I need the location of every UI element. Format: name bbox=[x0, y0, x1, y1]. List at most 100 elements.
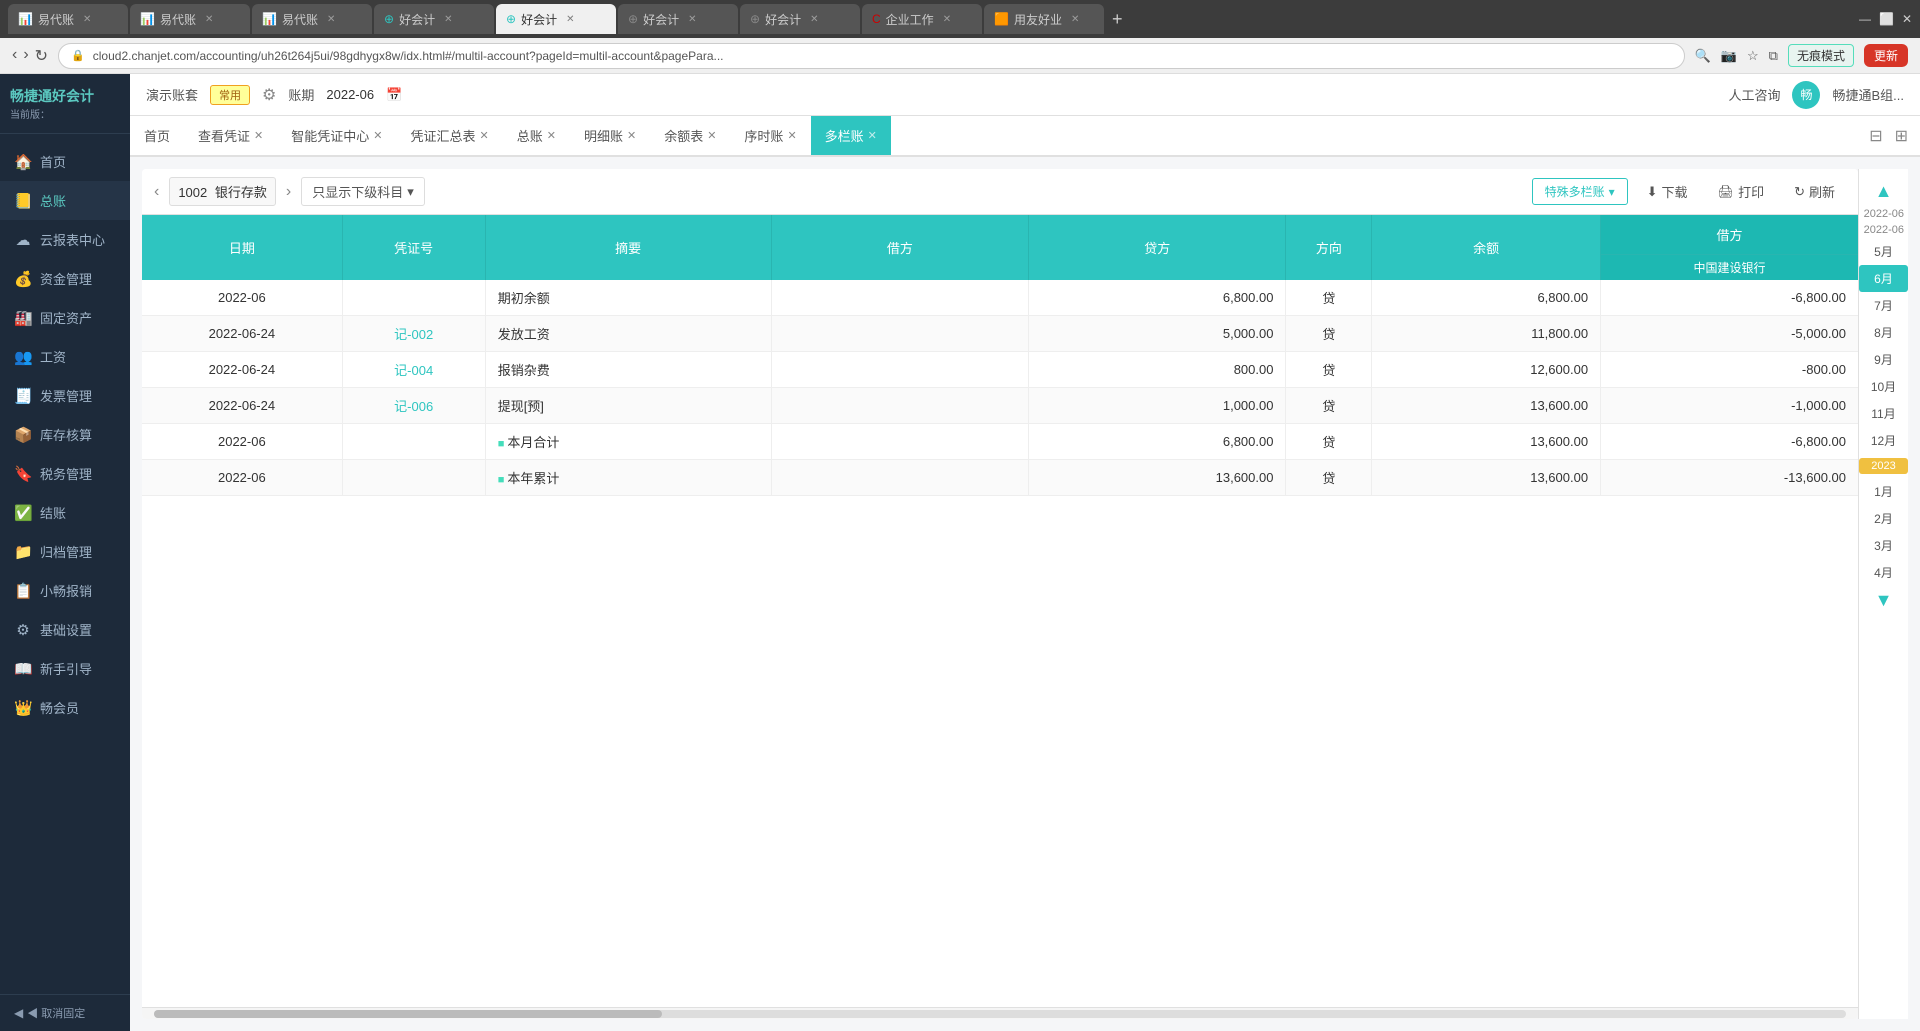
voucher-link[interactable]: 记-006 bbox=[394, 399, 433, 414]
cell-voucher[interactable]: 记-006 bbox=[342, 388, 485, 424]
tab-smart-close[interactable]: ✕ bbox=[373, 129, 382, 142]
user-name[interactable]: 畅捷通B组... bbox=[1832, 85, 1904, 104]
sidebar-item-payroll[interactable]: 👥 工资 bbox=[0, 337, 130, 376]
tab-voucher[interactable]: 查看凭证 ✕ bbox=[184, 116, 277, 157]
cal-month-8[interactable]: 8月 bbox=[1859, 319, 1908, 346]
demo-badge[interactable]: 常用 bbox=[210, 85, 250, 105]
maximize-icon[interactable]: ⬜ bbox=[1879, 12, 1894, 26]
incognito-button[interactable]: 无痕模式 bbox=[1788, 44, 1854, 67]
tab-detail-close[interactable]: ✕ bbox=[627, 129, 636, 142]
tab-close-6[interactable]: ✕ bbox=[688, 14, 696, 25]
collapse-sidebar-button[interactable]: ◀ ◀ 取消固定 bbox=[0, 994, 130, 1031]
tab-yidaizhang-2[interactable]: 📊 易代账 ✕ bbox=[130, 4, 250, 34]
sidebar-item-invoice[interactable]: 🧾 发票管理 bbox=[0, 376, 130, 415]
update-button[interactable]: 更新 bbox=[1864, 44, 1908, 67]
tab-close-3[interactable]: ✕ bbox=[327, 14, 335, 25]
tab-haohuiji-3[interactable]: ⊕ 好会计 ✕ bbox=[618, 4, 738, 34]
sidebar-item-finance[interactable]: 💰 资金管理 bbox=[0, 259, 130, 298]
multi-column-button[interactable]: 特殊多栏账 ▾ bbox=[1532, 178, 1628, 205]
tab-close-2[interactable]: ✕ bbox=[205, 14, 213, 25]
sidebar-item-settings[interactable]: ⚙ 基础设置 bbox=[0, 610, 130, 649]
camera-icon[interactable]: 📷 bbox=[1721, 48, 1737, 64]
tab-smart-voucher[interactable]: 智能凭证中心 ✕ bbox=[277, 116, 396, 157]
sidebar-item-home[interactable]: 🏠 首页 bbox=[0, 142, 130, 181]
tab-haohuiji-2[interactable]: ⊕ 好会计 ✕ bbox=[496, 4, 616, 34]
forward-button[interactable]: › bbox=[23, 46, 28, 66]
cell-voucher[interactable]: 记-002 bbox=[342, 316, 485, 352]
consult-button[interactable]: 人工咨询 bbox=[1728, 85, 1780, 104]
download-button[interactable]: ⬇ 下载 bbox=[1636, 177, 1699, 206]
prev-account-button[interactable]: ‹ bbox=[154, 183, 159, 201]
refresh-button[interactable]: ↻ bbox=[35, 46, 48, 66]
tab-voucher-close[interactable]: ✕ bbox=[254, 129, 263, 142]
tab-balance-close[interactable]: ✕ bbox=[707, 129, 716, 142]
tab-enterprise[interactable]: C 企业工作 ✕ bbox=[862, 4, 982, 34]
expand-tabs-button[interactable]: ⊞ bbox=[1891, 122, 1912, 150]
sidebar-item-archive[interactable]: 📁 归档管理 bbox=[0, 532, 130, 571]
subcategory-filter-button[interactable]: 只显示下级科目 ▾ bbox=[301, 177, 425, 206]
tab-chrono-close[interactable]: ✕ bbox=[787, 129, 796, 142]
tab-close-5[interactable]: ✕ bbox=[566, 14, 574, 25]
extension-icon[interactable]: ⧉ bbox=[1769, 48, 1778, 64]
cal-month-6[interactable]: 6月 bbox=[1859, 265, 1908, 292]
calendar-icon[interactable]: 📅 bbox=[386, 87, 402, 103]
refresh-button[interactable]: ↻ 刷新 bbox=[1783, 177, 1846, 206]
tab-home[interactable]: 首页 bbox=[130, 116, 184, 157]
sidebar-item-inventory[interactable]: 📦 库存核算 bbox=[0, 415, 130, 454]
cal-month-10[interactable]: 10月 bbox=[1859, 373, 1908, 400]
minimize-icon[interactable]: — bbox=[1859, 12, 1871, 26]
tab-close-9[interactable]: ✕ bbox=[1071, 14, 1079, 25]
tab-chrono[interactable]: 序时账 ✕ bbox=[730, 116, 810, 157]
star-icon[interactable]: ☆ bbox=[1747, 48, 1759, 64]
tab-yidaizhang-1[interactable]: 📊 易代账 ✕ bbox=[8, 4, 128, 34]
tab-general-close[interactable]: ✕ bbox=[547, 129, 556, 142]
new-tab-button[interactable]: + bbox=[1106, 9, 1129, 30]
settings-icon[interactable]: ⚙ bbox=[262, 85, 276, 105]
tab-summary-close[interactable]: ✕ bbox=[480, 129, 489, 142]
tab-haohuiji-1[interactable]: ⊕ 好会计 ✕ bbox=[374, 4, 494, 34]
close-icon[interactable]: ✕ bbox=[1902, 12, 1912, 26]
url-bar[interactable]: 🔒 cloud2.chanjet.com/accounting/uh26t264… bbox=[58, 43, 1685, 69]
next-account-button[interactable]: › bbox=[286, 183, 291, 201]
print-button[interactable]: 🖨 打印 bbox=[1707, 177, 1776, 206]
search-icon[interactable]: 🔍 bbox=[1695, 48, 1711, 64]
sidebar-item-closing[interactable]: ✅ 结账 bbox=[0, 493, 130, 532]
tab-detail[interactable]: 明细账 ✕ bbox=[570, 116, 650, 157]
voucher-link[interactable]: 记-004 bbox=[394, 363, 433, 378]
bottom-scrollbar[interactable] bbox=[142, 1007, 1858, 1019]
cal-month-1[interactable]: 1月 bbox=[1859, 478, 1908, 505]
tab-multi-close[interactable]: ✕ bbox=[868, 129, 877, 142]
tab-voucher-summary[interactable]: 凭证汇总表 ✕ bbox=[396, 116, 502, 157]
tab-close-1[interactable]: ✕ bbox=[83, 14, 91, 25]
tab-balance[interactable]: 余额表 ✕ bbox=[650, 116, 730, 157]
cal-month-4[interactable]: 4月 bbox=[1859, 559, 1908, 586]
sidebar-item-expense[interactable]: 📋 小畅报销 bbox=[0, 571, 130, 610]
back-button[interactable]: ‹ bbox=[12, 46, 17, 66]
cal-month-9[interactable]: 9月 bbox=[1859, 346, 1908, 373]
tab-multi-column[interactable]: 多栏账 ✕ bbox=[811, 116, 891, 157]
tab-close-8[interactable]: ✕ bbox=[943, 14, 951, 25]
voucher-link[interactable]: 记-002 bbox=[394, 327, 433, 342]
tab-close-4[interactable]: ✕ bbox=[444, 14, 452, 25]
sidebar-item-guide[interactable]: 📖 新手引导 bbox=[0, 649, 130, 688]
cal-month-2[interactable]: 2月 bbox=[1859, 505, 1908, 532]
tab-general-ledger[interactable]: 总账 ✕ bbox=[503, 116, 570, 157]
sidebar-item-reports[interactable]: ☁ 云报表中心 bbox=[0, 220, 130, 259]
tab-yidaizhang-3[interactable]: 📊 易代账 ✕ bbox=[252, 4, 372, 34]
cal-month-11[interactable]: 11月 bbox=[1859, 400, 1908, 427]
cal-month-7[interactable]: 7月 bbox=[1859, 292, 1908, 319]
tab-yonyou[interactable]: 🟧 用友好业 ✕ bbox=[984, 4, 1104, 34]
cell-voucher[interactable]: 记-004 bbox=[342, 352, 485, 388]
collapse-tabs-button[interactable]: ⊟ bbox=[1865, 122, 1886, 150]
sidebar-item-ledger[interactable]: 📒 总账 bbox=[0, 181, 130, 220]
tab-haohuiji-4[interactable]: ⊕ 好会计 ✕ bbox=[740, 4, 860, 34]
calendar-up-button[interactable]: ▲ bbox=[1871, 177, 1897, 206]
tab-close-7[interactable]: ✕ bbox=[810, 14, 818, 25]
scroll-thumb[interactable] bbox=[154, 1010, 662, 1018]
cal-month-5[interactable]: 5月 bbox=[1859, 238, 1908, 265]
sidebar-item-assets[interactable]: 🏭 固定资产 bbox=[0, 298, 130, 337]
cal-month-12[interactable]: 12月 bbox=[1859, 427, 1908, 454]
sidebar-item-member[interactable]: 👑 畅会员 bbox=[0, 688, 130, 727]
sidebar-item-tax[interactable]: 🔖 税务管理 bbox=[0, 454, 130, 493]
calendar-down-button[interactable]: ▼ bbox=[1871, 586, 1897, 615]
